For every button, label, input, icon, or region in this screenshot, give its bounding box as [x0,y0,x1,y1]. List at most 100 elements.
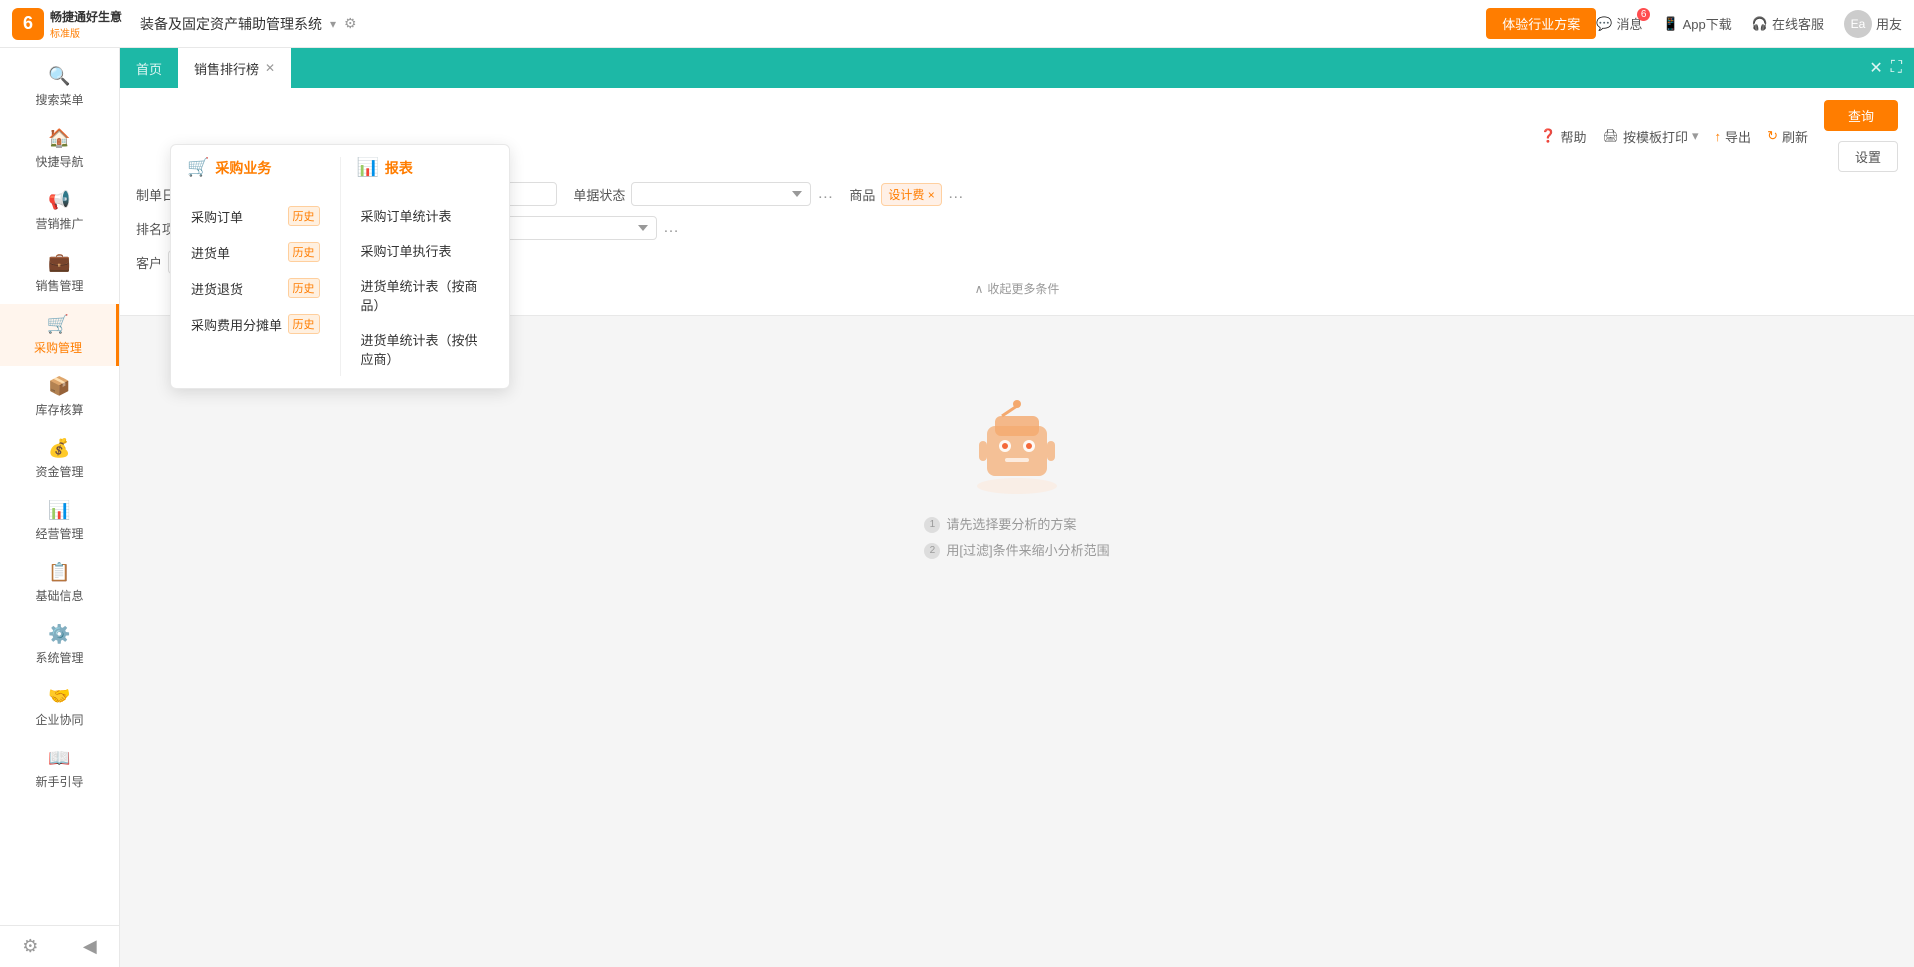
system-title-area: 装备及固定资产辅助管理系统 ▾ ⚙ [132,14,1478,34]
sidebar-item-basic-info[interactable]: 📋 基础信息 [0,552,119,614]
tab-close-window-icon[interactable]: ✕ [1869,58,1882,78]
tab-bar-actions: ✕ ⛶ [1869,48,1914,88]
guide-icon: 📖 [48,748,70,769]
sidebar-item-guide[interactable]: 📖 新手引导 [0,738,119,800]
dropdown-item-expense[interactable]: 采购费用分摊单 历史 [187,306,324,342]
dropdown-item-po-exec[interactable]: 采购订单执行表 [357,233,494,268]
basic-info-icon: 📋 [48,562,70,583]
user-item[interactable]: Ea 用友 [1844,10,1902,38]
dropdown-item-receipt-by-product[interactable]: 进货单统计表（按商品） [357,268,494,322]
tab-fullscreen-icon[interactable]: ⛶ [1891,59,1902,77]
dropdown-cols: 🛒 采购业务 采购订单 历史 进货单 历史 进货退货 [171,157,509,376]
sidebar-bottom: ⚙ ◀ [0,925,119,967]
empty-illustration [957,396,1077,496]
sidebar-label-system: 系统管理 [35,649,83,666]
dropdown-item-receipt-by-supplier[interactable]: 进货单统计表（按供应商） [357,322,494,376]
print-action[interactable]: 🖨 按模板打印 ▾ [1602,127,1698,146]
inventory-icon: 📦 [48,376,70,397]
export-action[interactable]: ↑ 导出 [1715,127,1752,146]
product-filter: 商品 设计费 × … [849,183,963,206]
sidebar: 🔍 搜索菜单 🏠 快捷导航 📢 营销推广 💼 销售管理 🛒 采购管理 📦 库存核… [0,48,120,967]
sidebar-item-marketing[interactable]: 📢 营销推广 [0,180,119,242]
enterprise-icon: 🤝 [48,686,70,707]
notification-item[interactable]: 💬 6 消息 [1596,14,1642,33]
sidebar-item-search[interactable]: 🔍 搜索菜单 [0,56,119,118]
online-service-label: 在线客服 [1772,14,1824,33]
product-dots[interactable]: … [948,185,964,203]
collapse-label: 收起更多条件 [987,280,1059,297]
sidebar-label-quick-nav: 快捷导航 [35,153,83,170]
doc-status-label: 单据状态 [573,185,625,204]
home-icon: 🏠 [48,128,70,149]
sidebar-label-marketing: 营销推广 [35,215,83,232]
sidebar-label-inventory: 库存核算 [35,401,83,418]
sidebar-label-operations: 经营管理 [35,525,83,542]
settings-bottom-icon[interactable]: ⚙ [22,936,38,957]
system-title-arrow[interactable]: ▾ [330,17,336,31]
logo-area: 6 畅捷通好生意 标准版 [12,8,132,40]
tab-sales-ranking-label: 销售排行榜 [194,59,259,78]
dropdown-item-receipt[interactable]: 进货单 历史 [187,234,324,270]
refresh-action[interactable]: ↻ 刷新 [1767,127,1808,146]
empty-tips: 1 请先选择要分析的方案 2 用[过滤]条件来缩小分析范围 [924,512,1109,564]
doc-status-dots[interactable]: … [817,185,833,203]
phone-icon: 📱 [1662,16,1678,32]
operations-icon: 📊 [48,500,70,521]
dropdown-item-po[interactable]: 采购订单 历史 [187,198,324,234]
sidebar-item-system[interactable]: ⚙️ 系统管理 [0,614,119,676]
sidebar-label-purchase: 采购管理 [34,339,82,356]
sidebar-label-search: 搜索菜单 [35,91,83,108]
dropdown-col-reports: 📊 报表 采购订单统计表 采购订单执行表 进货单统计表（按商品） [341,157,510,376]
help-label: 帮助 [1560,127,1586,146]
sidebar-label-enterprise: 企业协同 [35,711,83,728]
system-icon: ⚙️ [48,624,70,645]
avatar: Ea [1844,10,1872,38]
tab-close-icon[interactable]: ✕ [265,61,275,75]
empty-tip-2: 2 用[过滤]条件来缩小分析范围 [924,538,1109,564]
tab-home[interactable]: 首页 [120,48,178,88]
app-download-item[interactable]: 📱 App下载 [1662,14,1731,33]
sidebar-label-guide: 新手引导 [35,773,83,790]
salesperson-dots[interactable]: … [663,219,679,237]
export-icon: ↑ [1715,129,1722,144]
topbar-right: 💬 6 消息 📱 App下载 🎧 在线客服 Ea 用友 [1596,10,1902,38]
logo-text: 畅捷通好生意 标准版 [50,8,122,40]
settings-button[interactable]: 设置 [1838,141,1898,172]
tab-bar: 首页 销售排行榜 ✕ ✕ ⛶ [120,48,1914,88]
sidebar-item-finance[interactable]: 💰 资金管理 [0,428,119,490]
query-button[interactable]: 查询 [1824,100,1898,131]
print-label: 按模板打印 [1623,127,1688,146]
user-label: 用友 [1876,14,1902,33]
collapse-arrow: ∧ [975,282,984,296]
empty-tip-1: 1 请先选择要分析的方案 [924,512,1109,538]
system-settings-icon[interactable]: ⚙ [344,15,357,32]
dropdown-item-po-stat[interactable]: 采购订单统计表 [357,198,494,233]
sidebar-label-finance: 资金管理 [35,463,83,480]
notification-badge: 6 [1637,8,1651,21]
trial-button[interactable]: 体验行业方案 [1486,8,1596,39]
product-tag: 设计费 × [881,183,941,206]
sidebar-item-quick-nav[interactable]: 🏠 快捷导航 [0,118,119,180]
sidebar-item-inventory[interactable]: 📦 库存核算 [0,366,119,428]
collapse-sidebar-icon[interactable]: ◀ [83,936,97,957]
dropdown-item-return[interactable]: 进货退货 历史 [187,270,324,306]
tab-sales-ranking[interactable]: 销售排行榜 ✕ [178,48,291,88]
sidebar-item-sales[interactable]: 💼 销售管理 [0,242,119,304]
dropdown-col1-header: 🛒 采购业务 [187,157,324,186]
tab-home-label: 首页 [136,59,162,78]
refresh-icon: ↻ [1767,128,1778,144]
sidebar-item-operations[interactable]: 📊 经营管理 [0,490,119,552]
dropdown-col2-header: 📊 报表 [357,157,494,186]
doc-status-select[interactable] [631,182,811,206]
content-area: 首页 销售排行榜 ✕ ✕ ⛶ ❓ 帮助 [120,48,1914,967]
logo-icon: 6 [12,8,44,40]
help-action[interactable]: ❓ 帮助 [1540,127,1586,146]
sidebar-item-purchase[interactable]: 🛒 采购管理 [0,304,119,366]
sidebar-item-enterprise[interactable]: 🤝 企业协同 [0,676,119,738]
finance-icon: 💰 [48,438,70,459]
report-header-icon: 📊 [357,157,379,178]
print-arrow[interactable]: ▾ [1692,128,1699,144]
main-layout: 🔍 搜索菜单 🏠 快捷导航 📢 营销推广 💼 销售管理 🛒 采购管理 📦 库存核… [0,48,1914,967]
online-service-item[interactable]: 🎧 在线客服 [1752,14,1824,33]
print-icon: 🖨 [1602,128,1619,144]
